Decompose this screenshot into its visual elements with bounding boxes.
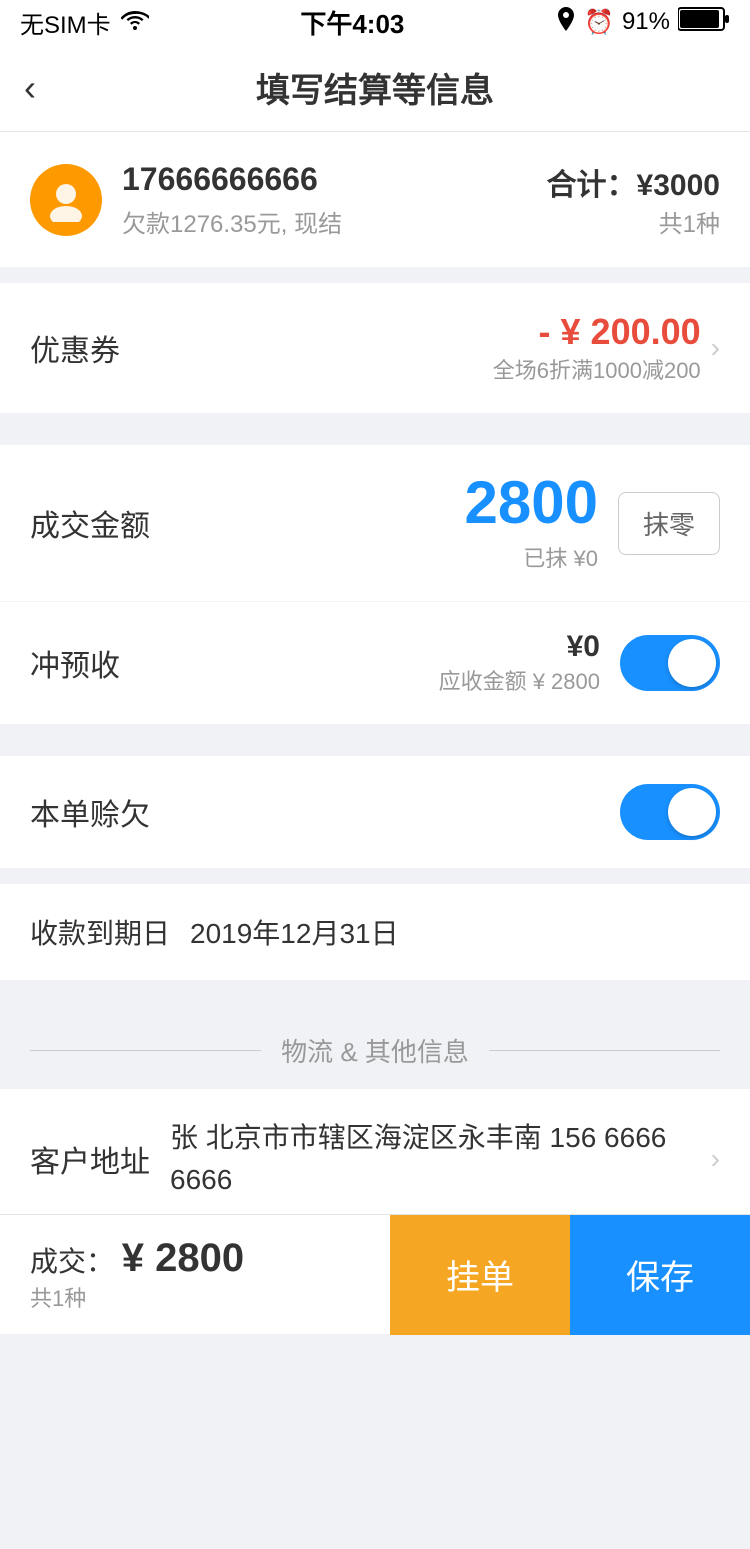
summary-title-text: 成交： xyxy=(30,1246,114,1277)
coupon-right: - ¥ 200.00 全场6折满1000减200 › xyxy=(493,311,720,385)
coupon-label: 优惠券 xyxy=(30,326,120,370)
debt-row: 本单赊欠 xyxy=(0,756,750,868)
transaction-row: 成交金额 2800 已抹 ¥0 抹零 xyxy=(0,445,750,602)
toggle-knob xyxy=(668,639,716,687)
location-icon xyxy=(556,7,576,38)
summary-count: 共1种 xyxy=(30,1281,360,1313)
customer-right: 合计：¥3000 共1种 xyxy=(547,160,720,239)
hold-button[interactable]: 挂单 xyxy=(390,1215,570,1335)
due-date-value: 2019年12月31日 xyxy=(190,912,399,952)
pre-receive-label: 冲预收 xyxy=(30,641,120,685)
summary-amount: ¥ 2800 xyxy=(122,1236,244,1280)
due-date-row: 收款到期日 2019年12月31日 xyxy=(0,884,750,980)
address-label: 客户地址 xyxy=(30,1137,150,1181)
customer-phone: 17666666666 xyxy=(122,161,342,198)
main-content: 17666666666 欠款1276.35元, 现结 合计：¥3000 共1种 … xyxy=(0,132,750,1549)
status-bar: 无SIM卡 下午4:03 ⏰ 91% xyxy=(0,0,750,44)
pre-receive-row: 冲预收 ¥0 应收金额 ¥ 2800 xyxy=(0,602,750,724)
address-value: 张 北京市市辖区海淀区永丰南 156 6666 6666 xyxy=(170,1117,711,1201)
avatar xyxy=(30,164,102,236)
pre-sub: 应收金额 ¥ 2800 xyxy=(439,664,600,696)
save-button[interactable]: 保存 xyxy=(570,1215,750,1335)
due-date-label: 收款到期日 xyxy=(30,912,170,952)
total-count: 共1种 xyxy=(547,204,720,239)
transaction-section: 成交金额 2800 已抹 ¥0 抹零 冲预收 ¥0 应收金额 ¥ 2800 xyxy=(0,445,750,724)
customer-left: 17666666666 欠款1276.35元, 现结 xyxy=(30,161,342,239)
status-left: 无SIM卡 xyxy=(20,5,149,40)
amount-wrap: 2800 已抹 ¥0 xyxy=(465,473,598,573)
page-title: 填写结算等信息 xyxy=(256,63,494,112)
customer-card: 17666666666 欠款1276.35元, 现结 合计：¥3000 共1种 xyxy=(0,132,750,267)
divider-line-right xyxy=(489,1050,720,1051)
coupon-row[interactable]: 优惠券 - ¥ 200.00 全场6折满1000减200 › xyxy=(0,283,750,413)
pre-receive-right: ¥0 应收金额 ¥ 2800 xyxy=(439,630,720,696)
customer-info: 17666666666 欠款1276.35元, 现结 xyxy=(122,161,342,239)
address-row[interactable]: 客户地址 张 北京市市辖区海淀区永丰南 156 6666 6666 › xyxy=(0,1089,750,1229)
back-button[interactable]: ‹ xyxy=(24,67,36,109)
coupon-amount: - ¥ 200.00 xyxy=(539,311,701,353)
summary-title: 成交： ¥ 2800 xyxy=(30,1236,360,1281)
alarm-icon: ⏰ xyxy=(584,8,614,37)
amount-sub: 已抹 ¥0 xyxy=(523,541,598,573)
pre-receive-toggle[interactable] xyxy=(620,635,720,691)
pre-right-texts: ¥0 应收金额 ¥ 2800 xyxy=(439,630,600,696)
transaction-amount: 2800 xyxy=(465,473,598,533)
customer-debt: 欠款1276.35元, 现结 xyxy=(122,204,342,239)
debt-label: 本单赊欠 xyxy=(30,790,150,834)
logistics-text: 物流 & 其他信息 xyxy=(281,1032,469,1069)
status-time: 下午4:03 xyxy=(300,4,404,41)
transaction-right: 2800 已抹 ¥0 抹零 xyxy=(465,473,721,573)
status-right: ⏰ 91% xyxy=(556,6,730,39)
divider-line-left xyxy=(30,1050,261,1051)
total-amount: 合计：¥3000 xyxy=(547,160,720,204)
debt-toggle[interactable] xyxy=(620,784,720,840)
carrier-text: 无SIM卡 xyxy=(20,5,111,40)
section-divider-3 xyxy=(0,996,750,1012)
debt-toggle-knob xyxy=(668,788,716,836)
section-divider-2 xyxy=(0,740,750,756)
coupon-right-wrap: - ¥ 200.00 全场6折满1000减200 xyxy=(493,311,701,385)
coupon-desc: 全场6折满1000减200 xyxy=(493,353,701,385)
bottom-bar: 成交： ¥ 2800 共1种 挂单 保存 xyxy=(0,1214,750,1334)
battery-percent: 91% xyxy=(622,8,670,36)
pre-amount: ¥0 xyxy=(439,630,600,664)
bottom-summary: 成交： ¥ 2800 共1种 xyxy=(0,1236,390,1313)
round-button[interactable]: 抹零 xyxy=(618,492,720,555)
debt-section: 本单赊欠 xyxy=(0,756,750,868)
battery-icon xyxy=(678,6,730,39)
wifi-icon xyxy=(121,8,149,37)
address-chevron-icon: › xyxy=(711,1143,720,1175)
transaction-label: 成交金额 xyxy=(30,501,150,545)
section-divider-1 xyxy=(0,429,750,445)
logistics-divider: 物流 & 其他信息 xyxy=(0,1012,750,1089)
coupon-chevron-icon: › xyxy=(711,332,720,364)
nav-bar: ‹ 填写结算等信息 xyxy=(0,44,750,132)
